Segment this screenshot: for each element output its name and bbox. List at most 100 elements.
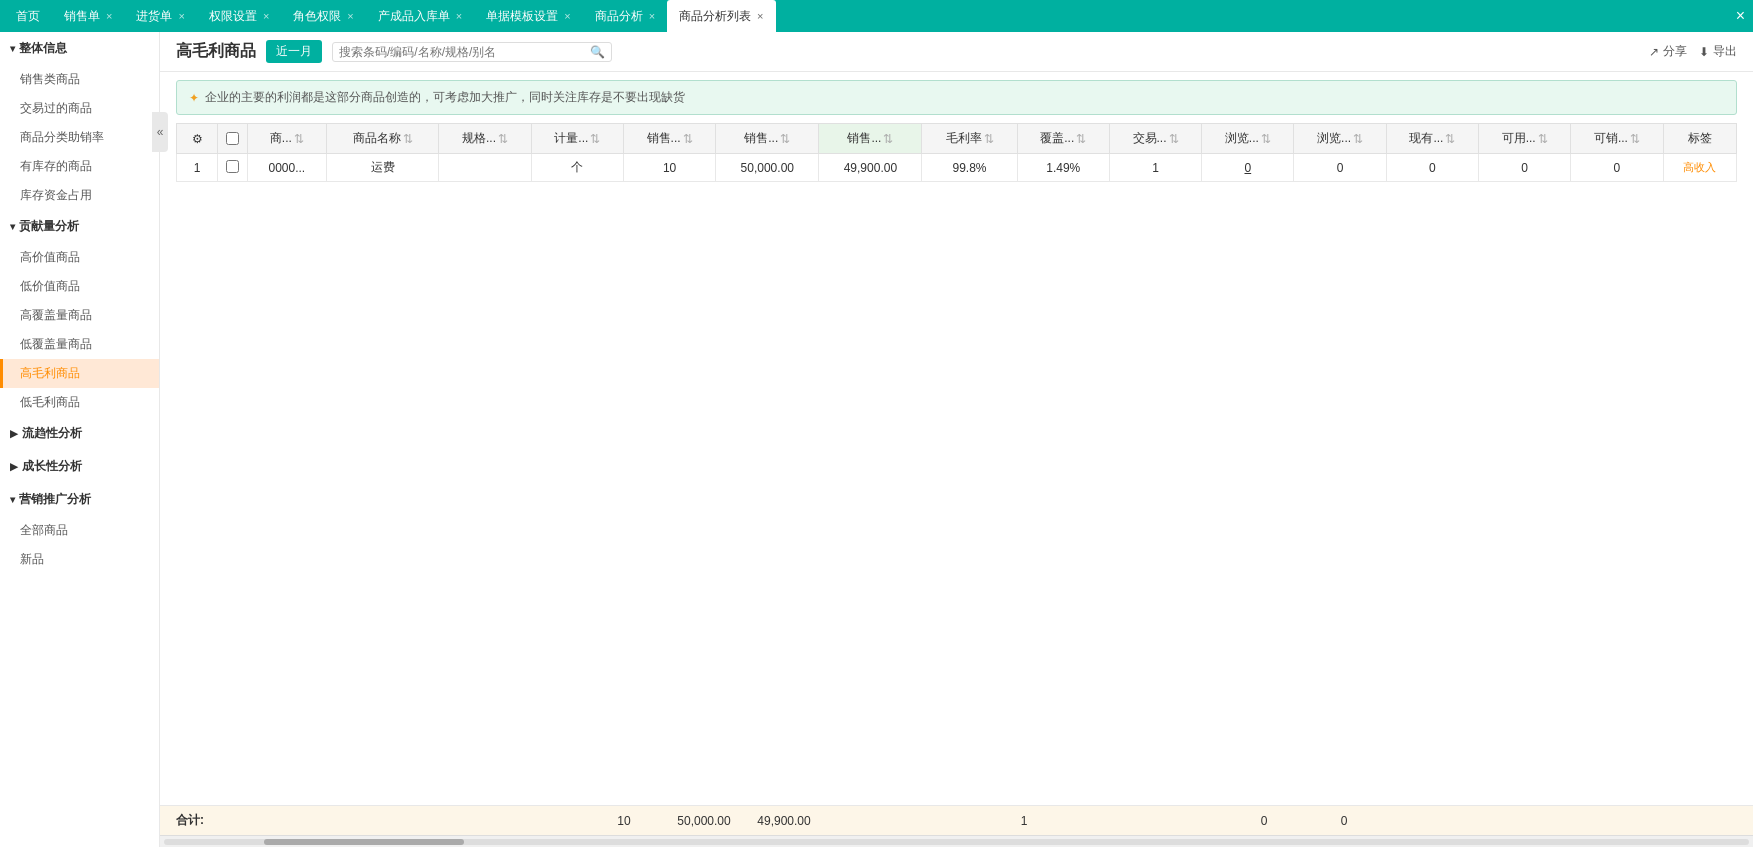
- col-sales-qty[interactable]: 销售... ⇅: [623, 124, 715, 154]
- sidebar-item-category-rate[interactable]: 商品分类助销率: [0, 123, 159, 152]
- export-icon: ⬇: [1699, 45, 1709, 59]
- sidebar-item-sales-goods[interactable]: 销售类商品: [0, 65, 159, 94]
- window-close-button[interactable]: ×: [1736, 7, 1745, 25]
- nav-sales-order[interactable]: 销售单 ×: [52, 0, 124, 32]
- col-sales-amount[interactable]: 销售... ⇅: [716, 124, 819, 154]
- sidebar: ▾ 整体信息 销售类商品 交易过的商品 商品分类助销率 有库存的商品 库存资金占…: [0, 32, 160, 847]
- col-settings[interactable]: ⚙: [177, 124, 218, 154]
- sidebar-group-growth[interactable]: ▶ 成长性分析: [0, 450, 159, 483]
- row-view1-cell: 0: [1202, 154, 1294, 182]
- footer-spacer1: [224, 814, 254, 828]
- nav-purchase-order[interactable]: 进货单 ×: [124, 0, 196, 32]
- col-view2[interactable]: 浏览... ⇅: [1294, 124, 1386, 154]
- row-sellable-cell: 0: [1571, 154, 1663, 182]
- col-view1[interactable]: 浏览... ⇅: [1202, 124, 1294, 154]
- footer-gross-rate: [824, 814, 904, 828]
- row-spec-cell: [439, 154, 531, 182]
- nav-role-permission[interactable]: 角色权限 ×: [281, 0, 365, 32]
- footer-view2: [1144, 814, 1224, 828]
- content-header: 高毛利商品 近一月 🔍 ↗ 分享 ⬇ 导出: [160, 32, 1753, 72]
- table-container: ⚙ 商... ⇅ 商品名称: [160, 123, 1753, 805]
- sidebar-item-high-margin[interactable]: 高毛利商品: [0, 359, 159, 388]
- col-current[interactable]: 现有... ⇅: [1386, 124, 1478, 154]
- horizontal-scrollbar[interactable]: [160, 835, 1753, 847]
- growth-arrow-icon: ▶: [10, 461, 18, 472]
- col-gross-rate[interactable]: 毛利率 ⇅: [922, 124, 1017, 154]
- search-icon[interactable]: 🔍: [590, 45, 605, 59]
- table-header-row: ⚙ 商... ⇅ 商品名称: [177, 124, 1737, 154]
- col-trade[interactable]: 交易... ⇅: [1109, 124, 1201, 154]
- col-view2-sort-icon: ⇅: [1353, 132, 1363, 146]
- search-box: 🔍: [332, 42, 612, 62]
- sidebar-item-new-goods[interactable]: 新品: [0, 545, 159, 574]
- col-code[interactable]: 商... ⇅: [248, 124, 327, 154]
- col-gross-rate-sort-icon: ⇅: [984, 132, 994, 146]
- nav-home[interactable]: 首页: [4, 0, 52, 32]
- sidebar-item-low-margin[interactable]: 低毛利商品: [0, 388, 159, 417]
- col-checkbox: [218, 124, 248, 154]
- nav-permission-settings[interactable]: 权限设置 ×: [197, 0, 281, 32]
- col-sales-profit-sort-icon: ⇅: [883, 132, 893, 146]
- marketing-arrow-icon: ▾: [10, 494, 15, 505]
- sidebar-group-trend[interactable]: ▶ 流趋性分析: [0, 417, 159, 450]
- row-sales-profit-cell: 49,900.00: [819, 154, 922, 182]
- nav-template-settings[interactable]: 单据模板设置 ×: [474, 0, 582, 32]
- row-code-cell: 0000...: [248, 154, 327, 182]
- footer-coverage: [904, 814, 984, 828]
- nav-role-permission-close[interactable]: ×: [347, 10, 353, 22]
- sidebar-group-overview[interactable]: ▾ 整体信息: [0, 32, 159, 65]
- sidebar-item-low-coverage[interactable]: 低覆盖量商品: [0, 330, 159, 359]
- nav-product-analysis-list-close[interactable]: ×: [757, 10, 763, 22]
- data-table: ⚙ 商... ⇅ 商品名称: [176, 123, 1737, 182]
- nav-product-analysis-list[interactable]: 商品分析列表 ×: [667, 0, 775, 32]
- row-num-cell: [218, 154, 248, 182]
- sidebar-group-contribution[interactable]: ▾ 贡献量分析: [0, 210, 159, 243]
- sidebar-item-stock-capital[interactable]: 库存资金占用: [0, 181, 159, 210]
- nav-sales-order-close[interactable]: ×: [106, 10, 112, 22]
- col-spec[interactable]: 规格... ⇅: [439, 124, 531, 154]
- nav-template-settings-close[interactable]: ×: [564, 10, 570, 22]
- scrollbar-thumb[interactable]: [264, 839, 464, 845]
- col-available-sort-icon: ⇅: [1538, 132, 1548, 146]
- row-available-cell: 0: [1479, 154, 1571, 182]
- content-area: 高毛利商品 近一月 🔍 ↗ 分享 ⬇ 导出 ✦ 企业的主要的利润都是这部分商品创…: [160, 32, 1753, 847]
- nav-permission-settings-close[interactable]: ×: [263, 10, 269, 22]
- nav-product-analysis[interactable]: 商品分析 ×: [583, 0, 667, 32]
- row-sales-qty-cell: 10: [623, 154, 715, 182]
- sidebar-item-traded-goods[interactable]: 交易过的商品: [0, 94, 159, 123]
- share-button[interactable]: ↗ 分享: [1649, 43, 1687, 60]
- col-name[interactable]: 商品名称 ⇅: [326, 124, 439, 154]
- col-sellable[interactable]: 可销... ⇅: [1571, 124, 1663, 154]
- main-layout: « ▾ 整体信息 销售类商品 交易过的商品 商品分类助销率 有库存的商品 库存资…: [0, 32, 1753, 847]
- col-available[interactable]: 可用... ⇅: [1479, 124, 1571, 154]
- col-sales-profit[interactable]: 销售... ⇅: [819, 124, 922, 154]
- footer-available: 0: [1304, 814, 1384, 828]
- col-code-sort-icon: ⇅: [294, 132, 304, 146]
- contribution-arrow-icon: ▾: [10, 221, 15, 232]
- row-tag-cell: 高收入: [1663, 154, 1736, 182]
- sidebar-item-high-value[interactable]: 高价值商品: [0, 243, 159, 272]
- sidebar-group-marketing[interactable]: ▾ 营销推广分析: [0, 483, 159, 516]
- nav-product-warehouse-close[interactable]: ×: [456, 10, 462, 22]
- sidebar-item-high-coverage[interactable]: 高覆盖量商品: [0, 301, 159, 330]
- sidebar-item-instock-goods[interactable]: 有库存的商品: [0, 152, 159, 181]
- col-view1-sort-icon: ⇅: [1261, 132, 1271, 146]
- search-input[interactable]: [339, 45, 590, 59]
- select-all-checkbox[interactable]: [226, 132, 239, 145]
- nav-purchase-order-close[interactable]: ×: [178, 10, 184, 22]
- header-actions: ↗ 分享 ⬇ 导出: [1649, 43, 1737, 60]
- col-tag[interactable]: 标签: [1663, 124, 1736, 154]
- footer-label: 合计:: [176, 812, 224, 829]
- period-button[interactable]: 近一月: [266, 40, 322, 63]
- export-button[interactable]: ⬇ 导出: [1699, 43, 1737, 60]
- row-gross-rate-cell: 99.8%: [922, 154, 1017, 182]
- nav-product-analysis-close[interactable]: ×: [649, 10, 655, 22]
- nav-product-warehouse[interactable]: 产成品入库单 ×: [366, 0, 474, 32]
- share-icon: ↗: [1649, 45, 1659, 59]
- col-unit[interactable]: 计量... ⇅: [531, 124, 623, 154]
- sidebar-collapse-button[interactable]: «: [152, 112, 168, 152]
- sidebar-item-low-value[interactable]: 低价值商品: [0, 272, 159, 301]
- col-coverage[interactable]: 覆盖... ⇅: [1017, 124, 1109, 154]
- sidebar-item-all-goods[interactable]: 全部商品: [0, 516, 159, 545]
- row-checkbox[interactable]: [226, 160, 239, 173]
